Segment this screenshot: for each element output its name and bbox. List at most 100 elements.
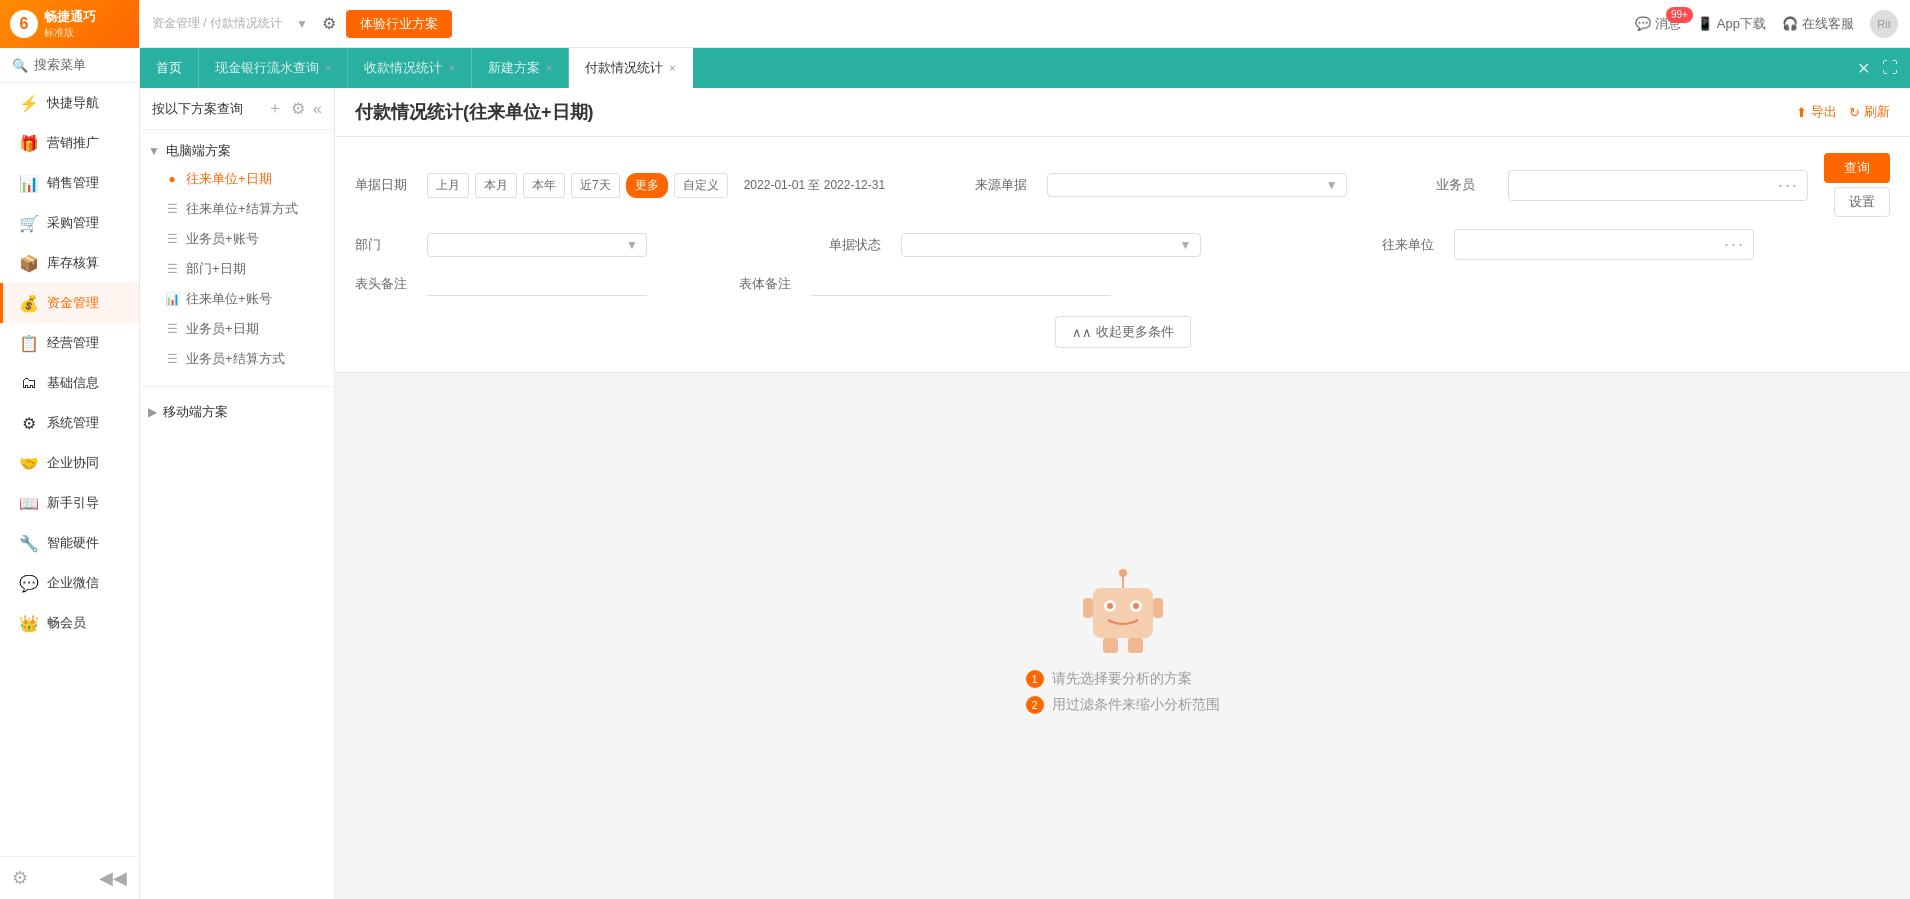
search-menu[interactable]: 🔍 搜索菜单 xyxy=(0,48,139,83)
add-scheme-icon[interactable]: ＋ xyxy=(267,98,283,119)
setting-button[interactable]: 设置 xyxy=(1834,187,1890,217)
salesman-dots-icon[interactable]: ··· xyxy=(1778,175,1799,196)
trial-industry-button[interactable]: 体验行业方案 xyxy=(346,10,452,38)
user-label: Rit xyxy=(1877,18,1890,30)
app-logo: 6 xyxy=(10,10,38,38)
tab-pay-stat-close[interactable]: × xyxy=(669,62,675,74)
sidebar-item-label: 营销推广 xyxy=(47,134,99,152)
filter-row-2: 部门 ▼ 单据状态 ▼ 往来单位 ··· xyxy=(355,229,1890,260)
date-btn-this-month[interactable]: 本月 xyxy=(475,173,517,198)
body-note-input[interactable] xyxy=(811,272,1111,296)
tab-pay-stat[interactable]: 付款情况统计 × xyxy=(569,48,692,88)
date-btn-custom[interactable]: 自定义 xyxy=(674,173,728,198)
partner-dots-icon[interactable]: ··· xyxy=(1724,234,1745,255)
mobile-scheme-group-title[interactable]: ▶ 移动端方案 xyxy=(140,399,334,425)
sidebar-item-label: 采购管理 xyxy=(47,214,99,232)
query-button[interactable]: 查询 xyxy=(1824,153,1890,183)
mobile-scheme-group: ▶ 移动端方案 xyxy=(140,391,334,433)
collapse-icon: ∧∧ xyxy=(1072,325,1092,340)
divider xyxy=(140,386,334,387)
dept-select[interactable]: ▼ xyxy=(427,233,647,257)
sidebar-item-label: 系统管理 xyxy=(47,414,99,432)
page-header: 付款情况统计(往来单位+日期) ⬆ 导出 ↻ 刷新 xyxy=(335,88,1910,137)
refresh-label: 刷新 xyxy=(1864,103,1890,121)
date-btn-more[interactable]: 更多 xyxy=(626,173,668,198)
partner-select[interactable]: ··· xyxy=(1454,229,1754,260)
sidebar-item-sales[interactable]: 📊 销售管理 xyxy=(0,163,139,203)
tab-bank-flow[interactable]: 现金银行流水查询 × xyxy=(199,48,348,88)
sidebar-item-label: 资金管理 xyxy=(47,294,99,312)
scheme-chart-icon: 📊 xyxy=(164,291,180,307)
member-icon: 👑 xyxy=(19,613,39,633)
dept-filter-label: 部门 xyxy=(355,236,411,254)
tab-bank-flow-close[interactable]: × xyxy=(325,62,331,74)
salesman-select[interactable]: ··· xyxy=(1508,170,1808,201)
tab-new-scheme-close[interactable]: × xyxy=(546,62,552,74)
hardware-icon: 🔧 xyxy=(19,533,39,553)
date-btn-this-year[interactable]: 本年 xyxy=(523,173,565,198)
quick-nav-icon: ⚡ xyxy=(19,93,39,113)
sales-icon: 📊 xyxy=(19,173,39,193)
inventory-icon: 📦 xyxy=(19,253,39,273)
tab-collect-stat[interactable]: 收款情况统计 × xyxy=(348,48,471,88)
group-label: 电脑端方案 xyxy=(166,142,231,160)
sidebar-item-purchase[interactable]: 🛒 采购管理 xyxy=(0,203,139,243)
avatar[interactable]: Rit xyxy=(1870,10,1898,38)
scheme-settings-icon[interactable]: ⚙ xyxy=(291,99,305,118)
export-button[interactable]: ⬆ 导出 xyxy=(1796,103,1837,121)
date-range-input[interactable]: 2022-01-01 至 2022-12-31 xyxy=(744,177,885,194)
sidebar-item-system[interactable]: ⚙ 系统管理 xyxy=(0,403,139,443)
online-service-button[interactable]: 🎧 在线客服 xyxy=(1782,15,1854,33)
sidebar-item-label: 新手引导 xyxy=(47,494,99,512)
tab-collect-stat-close[interactable]: × xyxy=(448,62,454,74)
operation-icon: 📋 xyxy=(19,333,39,353)
breadcrumb: 资金管理 / 付款情况统计 xyxy=(152,15,282,32)
search-menu-label: 搜索菜单 xyxy=(34,56,86,74)
message-icon: 💬 xyxy=(1635,16,1651,31)
message-button[interactable]: 💬 消息 99+ xyxy=(1635,15,1681,33)
desktop-scheme-group-title[interactable]: ▼ 电脑端方案 xyxy=(140,138,334,164)
topbar-gear-icon[interactable]: ⚙ xyxy=(322,14,336,33)
sidebar-item-wechat[interactable]: 💬 企业微信 xyxy=(0,563,139,603)
date-btn-7days[interactable]: 近7天 xyxy=(571,173,620,198)
tab-home[interactable]: 首页 xyxy=(140,48,199,88)
sidebar-item-marketing[interactable]: 🎁 营销推广 xyxy=(0,123,139,163)
collapse-sidebar-icon[interactable]: ◀◀ xyxy=(99,867,127,889)
refresh-button[interactable]: ↻ 刷新 xyxy=(1849,103,1890,121)
sidebar-item-coop[interactable]: 🤝 企业协同 xyxy=(0,443,139,483)
scheme-item-partner-account[interactable]: 📊 往来单位+账号 xyxy=(140,284,334,314)
collapse-panel-icon[interactable]: « xyxy=(313,100,322,118)
scheme-item-salesman-settle[interactable]: ☰ 业务员+结算方式 xyxy=(140,344,334,374)
sidebar-item-label: 基础信息 xyxy=(47,374,99,392)
bill-status-select[interactable]: ▼ xyxy=(901,233,1201,257)
app-download-button[interactable]: 📱 App下载 xyxy=(1697,15,1766,33)
sidebar-item-basic[interactable]: 🗂 基础信息 xyxy=(0,363,139,403)
sidebar-item-label: 销售管理 xyxy=(47,174,99,192)
collapse-filter-button[interactable]: ∧∧ 收起更多条件 xyxy=(1055,316,1191,348)
sidebar-item-inventory[interactable]: 📦 库存核算 xyxy=(0,243,139,283)
tab-new-scheme[interactable]: 新建方案 × xyxy=(472,48,569,88)
scheme-item-label: 往来单位+账号 xyxy=(186,290,272,308)
sidebar-item-operation[interactable]: 📋 经营管理 xyxy=(0,323,139,363)
scheme-item-dept-date[interactable]: ☰ 部门+日期 xyxy=(140,254,334,284)
settings-icon[interactable]: ⚙ xyxy=(12,867,28,889)
close-all-tabs-button[interactable]: ✕ xyxy=(1853,55,1874,82)
header-note-input[interactable] xyxy=(427,272,647,296)
sidebar-item-guide[interactable]: 📖 新手引导 xyxy=(0,483,139,523)
sidebar-item-member[interactable]: 👑 畅会员 xyxy=(0,603,139,643)
scheme-icon: ☰ xyxy=(164,351,180,367)
sidebar-item-quick-nav[interactable]: ⚡ 快捷导航 xyxy=(0,83,139,123)
source-select[interactable]: ▼ xyxy=(1047,173,1347,197)
scheme-item-salesman-date[interactable]: ☰ 业务员+日期 xyxy=(140,314,334,344)
date-btn-last-month[interactable]: 上月 xyxy=(427,173,469,198)
scheme-item-label: 业务员+账号 xyxy=(186,230,259,248)
sidebar-item-capital[interactable]: 💰 资金管理 xyxy=(0,283,139,323)
scheme-item-partner-date[interactable]: ● 往来单位+日期 xyxy=(140,164,334,194)
scheme-icon: ☰ xyxy=(164,261,180,277)
scheme-item-salesman-account[interactable]: ☰ 业务员+账号 xyxy=(140,224,334,254)
svg-rect-1 xyxy=(1083,598,1093,618)
maximize-button[interactable]: ⛶ xyxy=(1878,55,1902,81)
scheme-item-partner-settle[interactable]: ☰ 往来单位+结算方式 xyxy=(140,194,334,224)
sidebar-item-hardware[interactable]: 🔧 智能硬件 xyxy=(0,523,139,563)
step-2-text: 用过滤条件来缩小分析范围 xyxy=(1052,696,1220,714)
